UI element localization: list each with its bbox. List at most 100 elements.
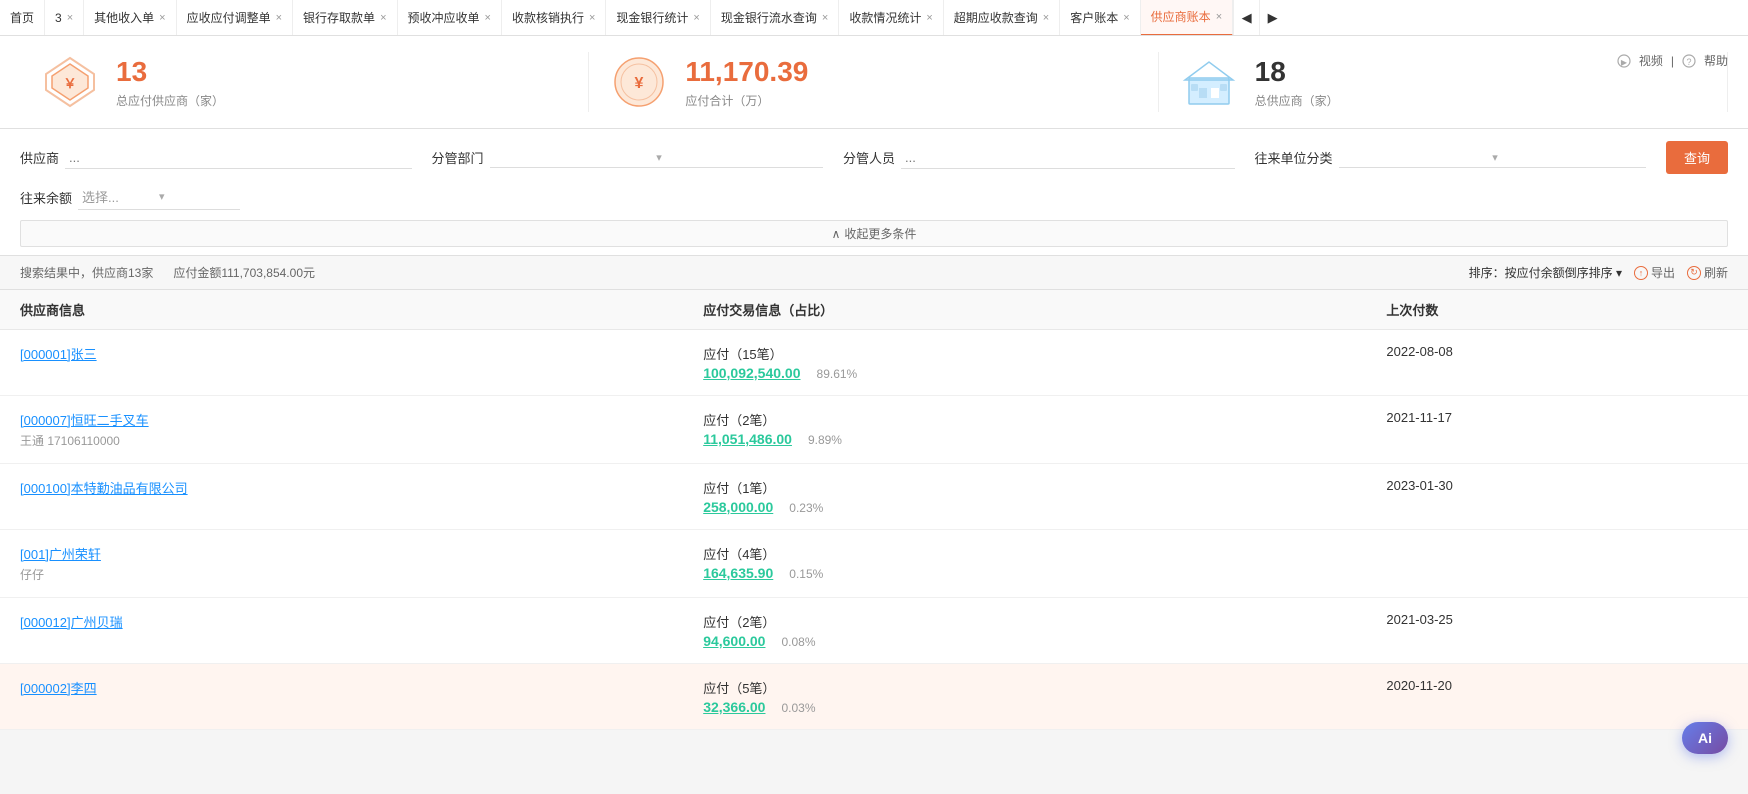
svg-text:?: ?	[1686, 57, 1691, 67]
chevron-up-icon: ∧	[832, 227, 841, 241]
close-tab-customer-account[interactable]: ×	[1123, 12, 1129, 24]
coin-icon: ¥	[609, 52, 669, 112]
trans-label: 应付（2笔）	[703, 410, 1386, 429]
payable-suppliers-count: 13	[116, 55, 224, 89]
close-tab-3[interactable]: ×	[67, 12, 73, 24]
collapse-button[interactable]: ∧ 收起更多条件	[20, 220, 1728, 247]
supplier-cell: [000001]张三	[20, 344, 703, 363]
close-tab-overdue-query[interactable]: ×	[1043, 12, 1049, 24]
nav-tab-supplier-account[interactable]: 供应商账本 ×	[1141, 0, 1233, 36]
filter-person: 分管人员	[843, 147, 1235, 169]
supplier-cell: [000002]李四	[20, 678, 703, 697]
category-label: 往来单位分类	[1255, 148, 1333, 167]
close-tab-ap-adjust[interactable]: ×	[276, 12, 282, 24]
payable-suppliers-label: 总应付供应商（家）	[116, 92, 224, 109]
supplier-label: 供应商	[20, 148, 59, 167]
total-suppliers-label: 总供应商（家）	[1255, 92, 1339, 109]
summary-panel: ￥ 13 总应付供应商（家） ¥ 11,170.39 应付合计（万）	[0, 36, 1748, 129]
supplier-cell: [000100]本特勤油品有限公司	[20, 478, 703, 497]
trans-percent: 0.15%	[789, 567, 823, 581]
supplier-link[interactable]: [000002]李四	[20, 678, 703, 697]
nav-tab-other-income[interactable]: 其他收入单 ×	[84, 0, 176, 36]
close-tab-supplier-account[interactable]: ×	[1216, 11, 1222, 23]
export-icon: ↑	[1634, 266, 1648, 280]
trans-percent: 9.89%	[808, 433, 842, 447]
close-tab-receipt-stat[interactable]: ×	[926, 12, 932, 24]
total-suppliers-count: 18	[1255, 55, 1339, 89]
nav-tab-advance-charge[interactable]: 预收冲应收单 ×	[398, 0, 502, 36]
supplier-link[interactable]: [000001]张三	[20, 344, 703, 363]
supplier-link[interactable]: [000012]广州贝瑞	[20, 612, 703, 631]
supplier-link[interactable]: [000007]恒旺二手叉车	[20, 410, 703, 429]
close-tab-other-income[interactable]: ×	[159, 12, 165, 24]
filter-row-1: 供应商 分管部门 ▾ 分管人员 往来单位分类 ▾ 查询	[20, 141, 1728, 174]
ai-button[interactable]: Ai	[1682, 722, 1728, 754]
payable-total-label: 应付合计（万）	[685, 92, 808, 109]
supplier-link[interactable]: [000100]本特勤油品有限公司	[20, 478, 703, 497]
nav-tab-3[interactable]: 3 ×	[45, 0, 84, 36]
supplier-link[interactable]: [001]广州荣轩	[20, 544, 703, 563]
circle-icon: ▶	[1617, 54, 1631, 68]
nav-arrow-left[interactable]: ◀	[1233, 0, 1259, 36]
last-pay-cell: 2020-11-20	[1386, 678, 1728, 693]
trans-label: 应付（15笔）	[703, 344, 1386, 363]
supplier-table: 供应商信息 应付交易信息（占比） 上次付数 [000001]张三 应付（15笔）…	[0, 290, 1748, 730]
table-row: [000007]恒旺二手叉车 王通 17106110000 应付（2笔） 11,…	[0, 396, 1748, 464]
person-input[interactable]	[901, 147, 1234, 169]
supplier-sub: 王通 17106110000	[20, 432, 703, 449]
nav-tab-cash-bank-stat[interactable]: 现金银行统计 ×	[606, 0, 710, 36]
trans-amount[interactable]: 100,092,540.00	[703, 365, 800, 381]
summary-block-payable-total: ¥ 11,170.39 应付合计（万）	[589, 52, 1158, 112]
close-tab-bank-deposit[interactable]: ×	[380, 12, 386, 24]
trans-percent: 0.23%	[789, 501, 823, 515]
help-link[interactable]: 帮助	[1704, 52, 1728, 69]
balance-select[interactable]: 选择... ▾	[78, 184, 240, 210]
help-icon: ?	[1682, 54, 1696, 68]
nav-tab-overdue-query[interactable]: 超期应收款查询 ×	[944, 0, 1060, 36]
close-tab-advance-charge[interactable]: ×	[485, 12, 491, 24]
dept-select[interactable]: ▾	[490, 148, 823, 168]
table-row: [000012]广州贝瑞 应付（2笔） 94,600.00 0.08% 2021…	[0, 598, 1748, 664]
result-suppliers-text: 搜索结果中，供应商13家	[20, 264, 153, 281]
trans-amount[interactable]: 94,600.00	[703, 633, 765, 649]
supplier-input[interactable]	[65, 147, 411, 169]
nav-tab-customer-account[interactable]: 客户账本 ×	[1060, 0, 1140, 36]
svg-text:￥: ￥	[63, 76, 76, 91]
trans-label: 应付（4笔）	[703, 544, 1386, 563]
store-icon	[1179, 52, 1239, 112]
svg-text:¥: ¥	[635, 75, 644, 92]
nav-tab-home[interactable]: 首页	[0, 0, 45, 36]
trans-amount[interactable]: 258,000.00	[703, 499, 773, 515]
trans-percent: 89.61%	[817, 367, 858, 381]
top-right-links: ▶ 视频 | ? 帮助	[1617, 52, 1728, 69]
nav-tab-receipt-stat[interactable]: 收款情况统计 ×	[839, 0, 943, 36]
trans-amount[interactable]: 11,051,486.00	[703, 431, 792, 447]
close-tab-cash-bank-stat[interactable]: ×	[693, 12, 699, 24]
refresh-icon: ↻	[1687, 266, 1701, 280]
nav-arrow-right[interactable]: ▶	[1259, 0, 1285, 36]
filter-balance: 往来余额 选择... ▾	[20, 184, 240, 210]
trans-percent: 0.08%	[781, 635, 815, 649]
nav-tab-cash-bank-flow[interactable]: 现金银行流水查询 ×	[711, 0, 839, 36]
video-link[interactable]: 视频	[1639, 52, 1663, 69]
chevron-down-icon-2: ▾	[1492, 151, 1642, 164]
trans-amount[interactable]: 32,366.00	[703, 699, 765, 715]
query-button[interactable]: 查询	[1666, 141, 1728, 174]
payable-total-amount: 11,170.39	[685, 55, 808, 89]
chevron-down-icon: ▾	[656, 151, 819, 164]
nav-tab-receipt-exec[interactable]: 收款核销执行 ×	[502, 0, 606, 36]
filter-supplier: 供应商	[20, 147, 412, 169]
close-tab-receipt-exec[interactable]: ×	[589, 12, 595, 24]
category-select[interactable]: ▾	[1339, 148, 1646, 168]
dept-label: 分管部门	[432, 148, 484, 167]
export-button[interactable]: ↑ 导出	[1634, 264, 1675, 281]
close-tab-cash-bank-flow[interactable]: ×	[822, 12, 828, 24]
nav-tab-ap-adjust[interactable]: 应收应付调整单 ×	[177, 0, 293, 36]
top-navigation: 首页 3 × 其他收入单 × 应收应付调整单 × 银行存取款单 × 预收冲应收单…	[0, 0, 1748, 36]
table-header: 供应商信息 应付交易信息（占比） 上次付数	[0, 290, 1748, 330]
trans-amount[interactable]: 164,635.90	[703, 565, 773, 581]
nav-tab-bank-deposit[interactable]: 银行存取款单 ×	[293, 0, 397, 36]
refresh-button[interactable]: ↻ 刷新	[1687, 264, 1728, 281]
supplier-sub: 仔仔	[20, 566, 703, 583]
col-trans-info: 应付交易信息（占比）	[703, 300, 1386, 319]
